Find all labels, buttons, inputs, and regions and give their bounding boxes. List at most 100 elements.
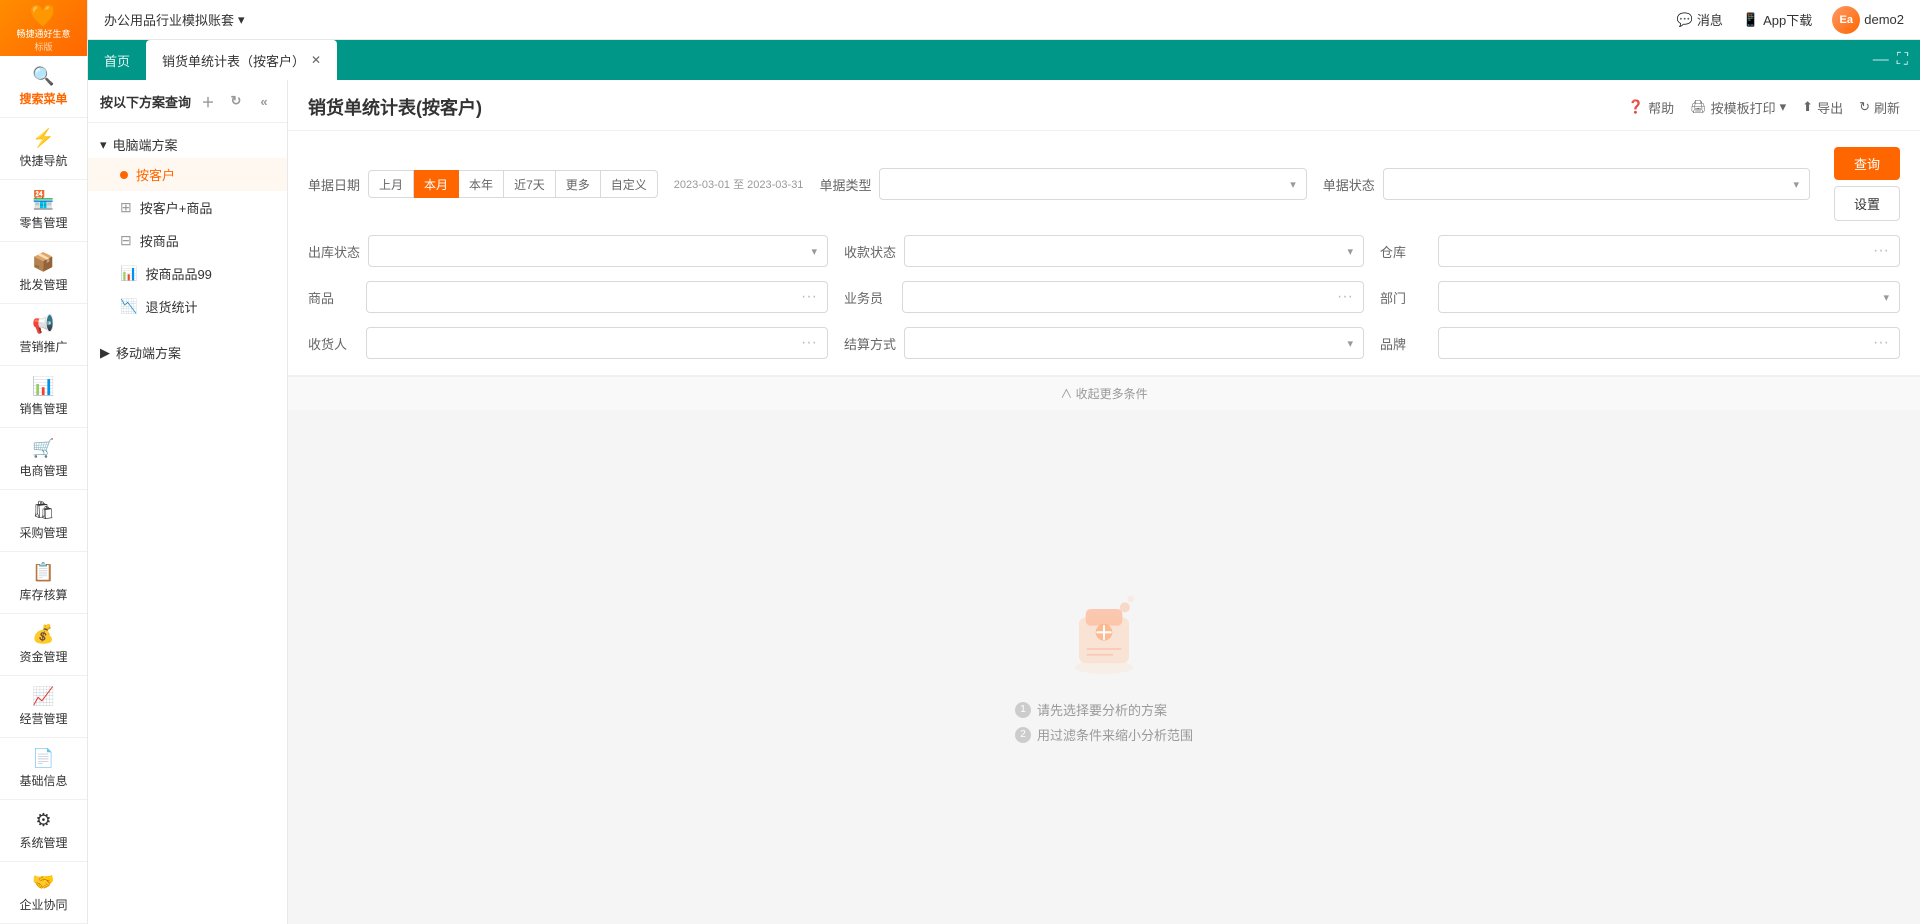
scheme-item-return-stats[interactable]: 📉 退货统计: [88, 290, 287, 323]
scheme-item-by-customer-goods[interactable]: ⊞ 按客户+商品: [88, 191, 287, 224]
salesperson-dots[interactable]: ···: [1337, 288, 1353, 306]
salesperson-label: 业务员: [844, 288, 894, 307]
retail-mgmt-icon: 🏪: [32, 190, 54, 211]
date-label: 单据日期: [308, 175, 360, 194]
status-dropdown-icon: ▾: [1793, 178, 1799, 191]
filter-receiver: 收货人 ···: [308, 327, 828, 359]
collapse-panel-button[interactable]: «: [253, 90, 275, 112]
out-status-arrow: ▾: [811, 245, 817, 258]
mobile-scheme-header[interactable]: ▶ 移动端方案: [88, 339, 287, 366]
sidebar-item-system[interactable]: ⚙ 系统管理: [0, 800, 88, 862]
marketing-icon: 📢: [32, 314, 54, 335]
filter-brand: 品牌 ···: [1380, 327, 1900, 359]
page-actions: ❓ 帮助 🖨 按模板打印 ▾ ⬆ 导出 ↻ 刷新: [1628, 98, 1900, 117]
brand-select[interactable]: ···: [1438, 327, 1900, 359]
status-select[interactable]: ▾: [1383, 168, 1810, 200]
date-btn-this-month[interactable]: 本月: [414, 170, 459, 198]
by-goods-label: 按商品: [140, 231, 179, 250]
print-dropdown-icon: ▾: [1780, 99, 1787, 115]
date-btn-this-year[interactable]: 本年: [459, 170, 504, 198]
tab-minimize-icon[interactable]: —: [1873, 51, 1889, 69]
sidebar-item-marketing[interactable]: 📢 营销推广: [0, 304, 88, 366]
sidebar-item-ecommerce[interactable]: 🛒 电商管理: [0, 428, 88, 490]
add-scheme-button[interactable]: ＋: [197, 90, 219, 112]
search-menu-icon: 🔍: [32, 66, 54, 87]
receiver-select[interactable]: ···: [366, 327, 828, 359]
app-download-label: App下载: [1763, 10, 1812, 29]
industry-selector[interactable]: 办公用品行业模拟账套 ▾: [104, 10, 245, 29]
department-select[interactable]: ▾: [1438, 281, 1900, 313]
settlement-label: 结算方式: [844, 334, 896, 353]
refresh-scheme-button[interactable]: ↻: [225, 90, 247, 112]
department-label: 部门: [1380, 288, 1430, 307]
sidebar-item-inventory[interactable]: 📋 库存核算: [0, 552, 88, 614]
help-button[interactable]: ❓ 帮助: [1628, 98, 1674, 117]
sidebar-item-enterprise[interactable]: 🤝 企业协同: [0, 862, 88, 924]
user-profile[interactable]: Ea demo2: [1832, 6, 1904, 34]
app-download-button[interactable]: 📱 App下载: [1743, 10, 1812, 29]
sidebar-item-sales-mgmt[interactable]: 📊 销售管理: [0, 366, 88, 428]
date-btn-custom[interactable]: 自定义: [601, 170, 658, 198]
sidebar-item-basic-info[interactable]: 📄 基础信息: [0, 738, 88, 800]
sidebar-item-wholesale-label: 批发管理: [19, 276, 67, 293]
date-filter: 上月 本月 本年 近7天 更多 自定义: [368, 170, 658, 198]
scheme-item-by-goods[interactable]: ⊟ 按商品: [88, 224, 287, 257]
date-btn-last-month[interactable]: 上月: [368, 170, 414, 198]
right-content: 销货单统计表(按客户) ❓ 帮助 🖨 按模板打印 ▾ ⬆ 导出: [288, 80, 1920, 924]
sidebar-item-search-menu[interactable]: 🔍 搜索菜单: [0, 56, 88, 118]
query-button[interactable]: 查询: [1834, 147, 1900, 180]
settlement-select[interactable]: ▾: [904, 327, 1364, 359]
empty-illustration: [1054, 584, 1154, 684]
warehouse-dots[interactable]: ···: [1873, 242, 1889, 260]
close-tab-icon[interactable]: ✕: [311, 53, 321, 67]
receiver-dots[interactable]: ···: [801, 334, 817, 352]
filter-row-1: 单据日期 上月 本月 本年 近7天 更多 自定义 2023-03-01 至 20…: [308, 147, 1900, 221]
goods-select[interactable]: ···: [366, 281, 828, 313]
type-select[interactable]: ▾: [879, 168, 1306, 200]
sidebar-item-purchase[interactable]: 🛍 采购管理: [0, 490, 88, 552]
brand-label: 品牌: [1380, 334, 1430, 353]
goods-label: 商品: [308, 288, 358, 307]
left-panel-actions: ＋ ↻ «: [197, 90, 275, 112]
refresh-button[interactable]: ↻ 刷新: [1859, 98, 1900, 117]
sidebar: 🧡 畅捷通好生意 标版 🔍 搜索菜单 ⚡ 快捷导航 🏪 零售管理 📦 批发管理 …: [0, 0, 88, 924]
tab-sales-stats[interactable]: 销货单统计表（按客户） ✕: [146, 40, 337, 80]
filter-row-4: 收货人 ··· 结算方式 ▾ 品牌: [308, 327, 1900, 359]
sidebar-item-search-menu-label: 搜索菜单: [19, 90, 67, 107]
sidebar-item-inventory-label: 库存核算: [19, 586, 67, 603]
sidebar-item-wholesale-mgmt[interactable]: 📦 批发管理: [0, 242, 88, 304]
collapse-bar[interactable]: ∧ 收起更多条件: [288, 376, 1920, 410]
scheme-item-by-customer[interactable]: 按客户: [88, 158, 287, 191]
sidebar-item-quick-nav[interactable]: ⚡ 快捷导航: [0, 118, 88, 180]
goods-99-icon: 📊: [120, 265, 137, 282]
enterprise-icon: 🤝: [32, 872, 54, 893]
sidebar-item-retail-mgmt[interactable]: 🏪 零售管理: [0, 180, 88, 242]
pay-status-select[interactable]: ▾: [904, 235, 1364, 267]
logo-sub: 标版: [34, 40, 52, 53]
tab-maximize-icon[interactable]: ⛶: [1897, 51, 1908, 69]
filter-goods: 商品 ···: [308, 281, 828, 313]
scheme-item-by-goods-99[interactable]: 📊 按商品品99: [88, 257, 287, 290]
warehouse-select[interactable]: ···: [1438, 235, 1900, 267]
export-button[interactable]: ⬆ 导出: [1802, 98, 1843, 117]
print-button[interactable]: 🖨 按模板打印 ▾: [1690, 98, 1786, 117]
desktop-scheme-header[interactable]: ▾ 电脑端方案: [88, 131, 287, 158]
out-status-select[interactable]: ▾: [368, 235, 828, 267]
messages-button[interactable]: 💬 消息: [1677, 10, 1723, 29]
tab-home[interactable]: 首页: [88, 40, 146, 80]
date-btn-last-7[interactable]: 近7天: [504, 170, 556, 198]
industry-dropdown-icon: ▾: [238, 12, 245, 28]
brand-dots[interactable]: ···: [1873, 334, 1889, 352]
settings-button[interactable]: 设置: [1834, 186, 1900, 221]
sidebar-item-purchase-label: 采购管理: [19, 524, 67, 541]
sidebar-item-finance[interactable]: 💰 资金管理: [0, 614, 88, 676]
salesperson-select[interactable]: ···: [902, 281, 1364, 313]
mobile-scheme-label: 移动端方案: [116, 343, 181, 362]
goods-dots[interactable]: ···: [801, 288, 817, 306]
date-btn-more[interactable]: 更多: [556, 170, 601, 198]
app-download-icon: 📱: [1743, 12, 1759, 28]
sidebar-item-marketing-label: 营销推广: [19, 338, 67, 355]
filter-salesperson: 业务员 ···: [844, 281, 1364, 313]
page-title-bar: 销货单统计表(按客户) ❓ 帮助 🖨 按模板打印 ▾ ⬆ 导出: [288, 80, 1920, 131]
sidebar-item-ops[interactable]: 📈 经营管理: [0, 676, 88, 738]
